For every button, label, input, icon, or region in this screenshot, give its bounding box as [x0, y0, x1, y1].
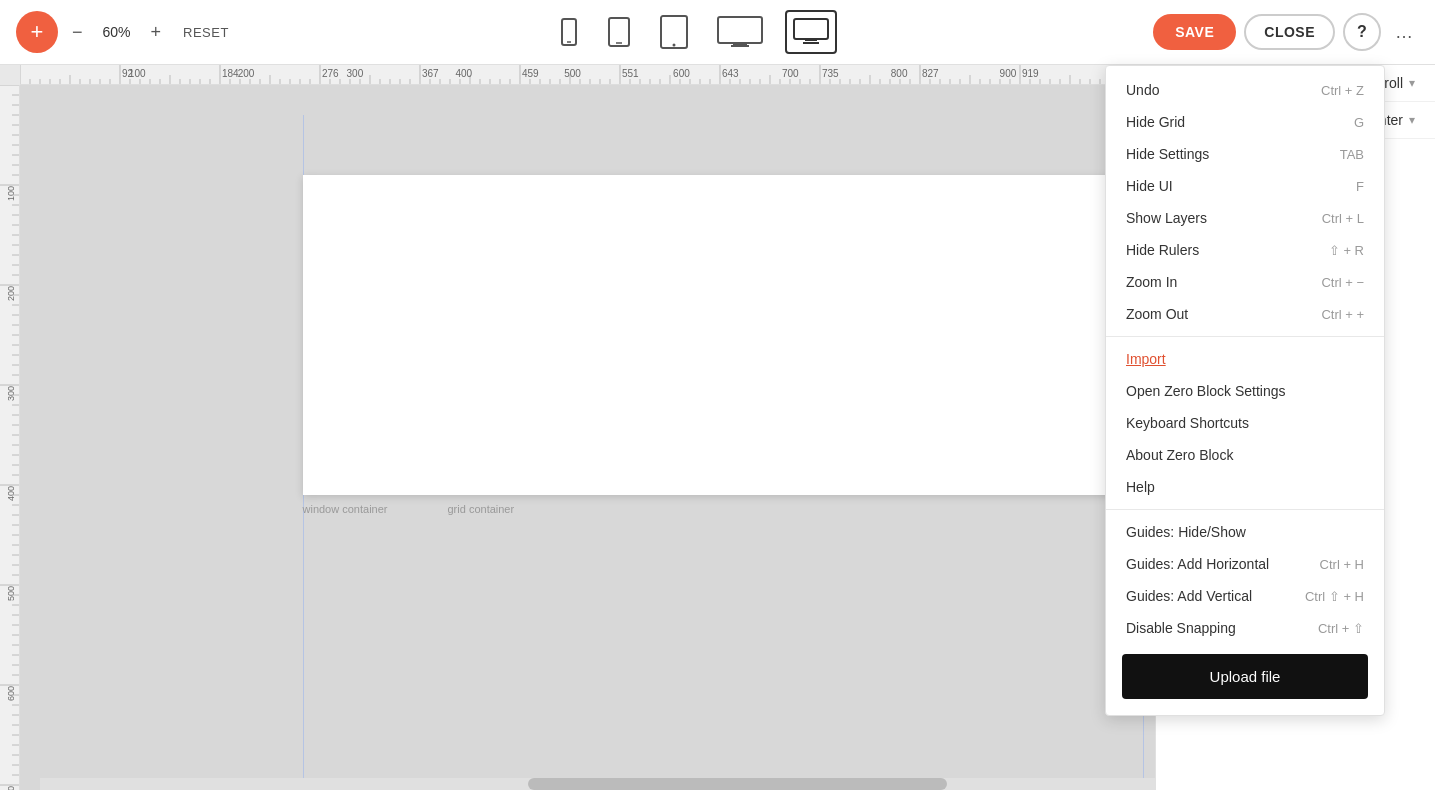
chevron-down-icon-2: ▾ — [1409, 113, 1415, 127]
menu-item-label: About Zero Block — [1126, 447, 1233, 463]
svg-rect-6 — [718, 17, 762, 43]
menu-item-label: Zoom In — [1126, 274, 1177, 290]
svg-rect-0 — [562, 19, 576, 45]
menu-item-guides-add-vertical[interactable]: Guides: Add Vertical Ctrl ⇧ + H — [1106, 580, 1384, 612]
menu-item-guides-hideshow[interactable]: Guides: Hide/Show — [1106, 516, 1384, 548]
menu-separator-2 — [1106, 509, 1384, 510]
menu-item-label: Hide Rulers — [1126, 242, 1199, 258]
menu-item-shortcut: TAB — [1340, 147, 1364, 162]
menu-item-shortcut: Ctrl + Z — [1321, 83, 1364, 98]
menu-item-label: Import — [1126, 351, 1166, 367]
menu-item-zoom-in[interactable]: Zoom In Ctrl + − — [1106, 266, 1384, 298]
more-button[interactable]: … — [1389, 18, 1419, 47]
menu-item-help[interactable]: Help — [1106, 471, 1384, 503]
menu-item-label: Zoom Out — [1126, 306, 1188, 322]
menu-item-label: Hide Grid — [1126, 114, 1185, 130]
window-container-label: window container — [303, 503, 388, 515]
menu-item-label: Guides: Add Horizontal — [1126, 556, 1269, 572]
horizontal-scrollbar-thumb[interactable] — [528, 778, 947, 790]
menu-item-undo[interactable]: Undo Ctrl + Z — [1106, 74, 1384, 106]
menu-item-shortcut: Ctrl + L — [1322, 211, 1364, 226]
menu-item-label: Hide Settings — [1126, 146, 1209, 162]
menu-item-open-zero-block-settings[interactable]: Open Zero Block Settings — [1106, 375, 1384, 407]
toolbar: + − 60% + RESET SAVE CLOSE ? … — [0, 0, 1435, 65]
close-button[interactable]: CLOSE — [1244, 14, 1335, 50]
menu-item-shortcut: G — [1354, 115, 1364, 130]
menu-item-label: Guides: Hide/Show — [1126, 524, 1246, 540]
add-button[interactable]: + — [16, 11, 58, 53]
menu-item-shortcut: ⇧ + R — [1329, 243, 1364, 258]
svg-rect-9 — [794, 19, 828, 39]
menu-item-disable-snapping[interactable]: Disable Snapping Ctrl + ⇧ — [1106, 612, 1384, 644]
menu-item-hide-rulers[interactable]: Hide Rulers ⇧ + R — [1106, 234, 1384, 266]
zoom-minus-button[interactable]: − — [66, 18, 89, 47]
menu-item-shortcut: Ctrl + H — [1320, 557, 1364, 572]
device-tablet-button[interactable] — [653, 8, 695, 56]
menu-item-label: Show Layers — [1126, 210, 1207, 226]
dropdown-menu: UndoCtrl + ZHide GridGHide SettingsTABHi… — [1105, 65, 1385, 716]
menu-item-show-layers[interactable]: Show Layers Ctrl + L — [1106, 202, 1384, 234]
container-labels: window container grid container — [303, 503, 515, 515]
grid-container-label: grid container — [448, 503, 515, 515]
menu-item-shortcut: Ctrl + − — [1321, 275, 1364, 290]
zoom-value: 60% — [97, 24, 137, 40]
menu-item-hide-grid[interactable]: Hide Grid G — [1106, 106, 1384, 138]
toolbar-center — [237, 8, 1153, 56]
menu-item-shortcut: Ctrl + + — [1321, 307, 1364, 322]
toolbar-left: + − 60% + RESET — [16, 11, 237, 53]
device-mobile-small-button[interactable] — [553, 12, 585, 52]
device-desktop-wide-button[interactable] — [711, 10, 769, 54]
menu-item-import[interactable]: Import — [1106, 343, 1384, 375]
menu-item-label: Open Zero Block Settings — [1126, 383, 1286, 399]
menu-item-shortcut: Ctrl ⇧ + H — [1305, 589, 1364, 604]
menu-item-about-zero-block[interactable]: About Zero Block — [1106, 439, 1384, 471]
menu-item-hide-ui[interactable]: Hide UI F — [1106, 170, 1384, 202]
menu-item-keyboard-shortcuts[interactable]: Keyboard Shortcuts — [1106, 407, 1384, 439]
menu-item-label: Guides: Add Vertical — [1126, 588, 1252, 604]
upload-file-button[interactable]: Upload file — [1122, 654, 1368, 699]
zoom-plus-button[interactable]: + — [145, 18, 168, 47]
menu-item-zoom-out[interactable]: Zoom Out Ctrl + + — [1106, 298, 1384, 330]
svg-point-5 — [673, 44, 676, 47]
svg-rect-2 — [609, 18, 629, 46]
svg-rect-4 — [661, 16, 687, 48]
menu-item-guides-add-horizontal[interactable]: Guides: Add Horizontal Ctrl + H — [1106, 548, 1384, 580]
page-container — [303, 175, 1143, 495]
menu-separator-1 — [1106, 336, 1384, 337]
reset-button[interactable]: RESET — [175, 21, 237, 44]
device-desktop-button[interactable] — [785, 10, 837, 54]
menu-item-label: Disable Snapping — [1126, 620, 1236, 636]
toolbar-right: SAVE CLOSE ? … — [1153, 13, 1419, 51]
help-button[interactable]: ? — [1343, 13, 1381, 51]
device-mobile-button[interactable] — [601, 11, 637, 53]
menu-item-label: Help — [1126, 479, 1155, 495]
menu-item-label: Hide UI — [1126, 178, 1173, 194]
menu-item-label: Keyboard Shortcuts — [1126, 415, 1249, 431]
menu-item-shortcut: F — [1356, 179, 1364, 194]
menu-item-label: Undo — [1126, 82, 1159, 98]
menu-item-hide-settings[interactable]: Hide Settings TAB — [1106, 138, 1384, 170]
save-button[interactable]: SAVE — [1153, 14, 1236, 50]
chevron-down-icon: ▾ — [1409, 76, 1415, 90]
menu-item-shortcut: Ctrl + ⇧ — [1318, 621, 1364, 636]
vertical-ruler — [0, 85, 20, 790]
